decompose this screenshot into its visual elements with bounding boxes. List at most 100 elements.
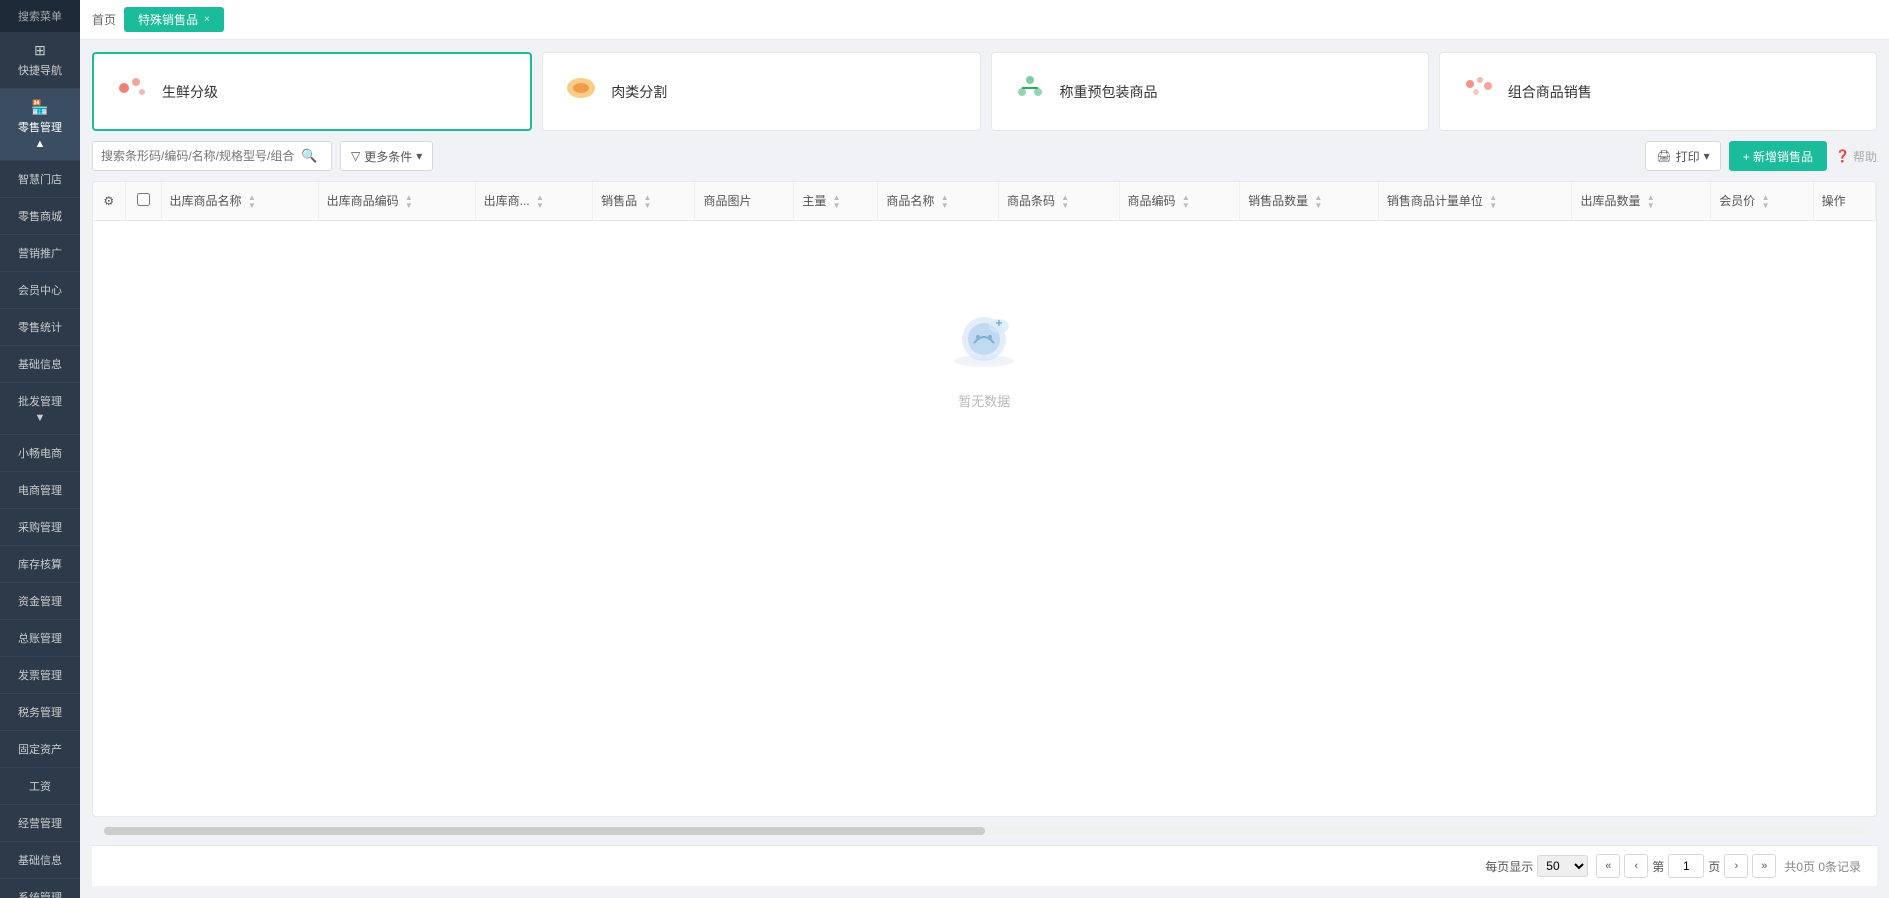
add-product-button[interactable]: + 新增销售品 [1729, 141, 1827, 171]
next-page-button[interactable]: › [1724, 854, 1748, 878]
sidebar-item-quick-nav[interactable]: ⊞ 快捷导航 [0, 32, 80, 89]
chevron-down-icon: ▲ [35, 138, 46, 150]
table-header-row: ⚙ 出库商品名称 ▲▼ 出库商品编码 ▲▼ [93, 182, 1876, 220]
sidebar-item-general-ledger[interactable]: 总账管理 [0, 620, 80, 657]
tab-card-weigh-package-label: 称重预包装商品 [1060, 82, 1158, 102]
page-label: 第 [1652, 858, 1664, 875]
per-page-select[interactable]: 50 10 20 100 [1537, 855, 1588, 877]
sidebar-item-inventory[interactable]: 库存核算 [0, 546, 80, 583]
empty-text: 暂无数据 [958, 391, 1010, 410]
sidebar-item-ops-mgmt[interactable]: 经营管理 [0, 805, 80, 842]
per-page-label: 每页显示 [1485, 858, 1533, 875]
toolbar-left: 🔍 ▽ 更多条件 ▾ [92, 141, 433, 171]
tab-card-meat-cut[interactable]: 肉类分割 [542, 52, 980, 131]
sidebar-item-ecom-mgmt[interactable]: 电商管理 [0, 472, 80, 509]
data-table-container: ⚙ 出库商品名称 ▲▼ 出库商品编码 ▲▼ [92, 181, 1877, 817]
tab-card-weigh-package[interactable]: 称重预包装商品 [991, 52, 1429, 131]
close-tab-icon[interactable]: × [204, 14, 210, 25]
col-member-price[interactable]: 会员价 ▲▼ [1711, 182, 1813, 220]
col-sale-qty[interactable]: 销售品数量 ▲▼ [1240, 182, 1379, 220]
search-input[interactable] [101, 149, 301, 163]
col-sale-unit[interactable]: 销售商品计量单位 ▲▼ [1378, 182, 1572, 220]
sidebar-item-finance[interactable]: 资金管理 [0, 583, 80, 620]
tab-card-combo-product[interactable]: 组合商品销售 [1439, 52, 1877, 131]
help-button[interactable]: ❓ 帮助 [1835, 148, 1877, 165]
active-tab-label: 特殊销售品 [138, 11, 198, 28]
filter-icon: ▽ [351, 149, 360, 163]
col-item-code[interactable]: 商品编码 ▲▼ [1119, 182, 1240, 220]
sidebar-item-label: 税务管理 [18, 704, 62, 720]
sort-arrows-icon: ▲▼ [536, 194, 544, 210]
col-item-name[interactable]: 商品名称 ▲▼ [878, 182, 999, 220]
sort-arrows-icon: ▲▼ [1647, 194, 1655, 210]
sidebar-item-purchase-mgmt[interactable]: 采购管理 [0, 509, 80, 546]
print-label: 打印 [1676, 148, 1700, 165]
col-settings[interactable]: ⚙ [93, 182, 125, 220]
col-main-unit[interactable]: 主量 ▲▼ [794, 182, 878, 220]
col-item-barcode[interactable]: 商品条码 ▲▼ [998, 182, 1119, 220]
last-page-button[interactable]: » [1752, 854, 1776, 878]
search-box[interactable]: 🔍 [92, 141, 332, 171]
sidebar-item-label: 零售统计 [18, 319, 62, 335]
sidebar-item-basic-info2[interactable]: 基础信息 [0, 842, 80, 879]
tab-cards-row: 生鲜分级 肉类分割 [92, 52, 1877, 131]
weigh-package-icon [1012, 70, 1048, 113]
first-page-button[interactable]: « [1596, 854, 1620, 878]
sort-arrows-icon: ▲▼ [405, 194, 413, 210]
data-table: ⚙ 出库商品名称 ▲▼ 出库商品编码 ▲▼ [93, 182, 1876, 490]
sidebar-item-smart-store[interactable]: 智慧门店 [0, 161, 80, 198]
col-op: 操作 [1813, 182, 1875, 220]
sidebar-item-mini-ecom[interactable]: 小畅电商 [0, 435, 80, 472]
horizontal-scrollbar[interactable] [104, 827, 1865, 835]
sidebar-item-label: 营销推广 [18, 245, 62, 261]
sidebar-item-sys-mgmt[interactable]: 系统管理 [0, 879, 80, 898]
col-item-image-label: 商品图片 [703, 194, 751, 208]
active-tab[interactable]: 特殊销售品 × [124, 7, 224, 32]
col-checkbox[interactable] [125, 182, 161, 220]
main-content: 首页 特殊销售品 × 生鲜分级 [80, 0, 1889, 898]
col-out-code[interactable]: 出库商品编码 ▲▼ [318, 182, 475, 220]
sidebar-item-wholesale-mgmt[interactable]: 批发管理 ▼ [0, 383, 80, 435]
sort-arrows-icon: ▲▼ [1061, 194, 1069, 210]
filter-button[interactable]: ▽ 更多条件 ▾ [340, 141, 433, 171]
col-sale-item-label: 销售品 [601, 194, 637, 208]
sidebar-item-member-center[interactable]: 会员中心 [0, 272, 80, 309]
scrollbar-thumb[interactable] [104, 827, 985, 835]
prev-page-button[interactable]: ‹ [1624, 854, 1648, 878]
tab-card-fresh-grade[interactable]: 生鲜分级 [92, 52, 532, 131]
select-all-checkbox[interactable] [137, 193, 150, 206]
print-arrow-icon: ▾ [1704, 149, 1710, 163]
sidebar-item-label: 系统管理 [18, 889, 62, 898]
page-number-input[interactable] [1668, 854, 1704, 878]
sidebar-item-retail-stats[interactable]: 零售统计 [0, 309, 80, 346]
sidebar-item-label: 小畅电商 [18, 445, 62, 461]
col-out-spec[interactable]: 出库商... ▲▼ [475, 182, 593, 220]
page-nav: « ‹ 第 页 › » [1596, 854, 1776, 878]
sort-arrows-icon: ▲▼ [941, 194, 949, 210]
print-button[interactable]: 🖨 打印 ▾ [1645, 141, 1720, 171]
sidebar-logo[interactable]: 搜索菜单 [0, 0, 80, 32]
sidebar-item-retail-mall[interactable]: 零售商城 [0, 198, 80, 235]
content-area: 生鲜分级 肉类分割 [80, 40, 1889, 898]
pagination-info: 共0页 0条记录 [1784, 858, 1861, 875]
search-icon: 🔍 [301, 148, 317, 164]
sidebar-item-fixed-assets[interactable]: 固定资产 [0, 731, 80, 768]
sidebar-item-hr[interactable]: 工资 [0, 768, 80, 805]
col-item-image[interactable]: 商品图片 [695, 182, 794, 220]
sort-arrows-icon: ▲▼ [1182, 194, 1190, 210]
sidebar-item-invoice[interactable]: 发票管理 [0, 657, 80, 694]
sidebar-item-tax[interactable]: 税务管理 [0, 694, 80, 731]
sidebar-item-retail-mgmt[interactable]: 🏪 零售管理 ▲ [0, 89, 80, 161]
col-sale-item[interactable]: 销售品 ▲▼ [593, 182, 695, 220]
sidebar-item-label: 工资 [29, 778, 51, 794]
col-op-label: 操作 [1822, 194, 1846, 208]
sidebar-item-label: 会员中心 [18, 282, 62, 298]
col-out-qty[interactable]: 出库品数量 ▲▼ [1572, 182, 1711, 220]
sidebar-item-sales-promo[interactable]: 营销推广 [0, 235, 80, 272]
home-breadcrumb[interactable]: 首页 [92, 11, 116, 28]
combo-product-icon [1460, 70, 1496, 113]
toolbar: 🔍 ▽ 更多条件 ▾ 🖨 打印 ▾ + 新增销售品 ❓ [92, 141, 1877, 171]
sidebar-item-basic-info[interactable]: 基础信息 [0, 346, 80, 383]
col-member-price-label: 会员价 [1719, 194, 1755, 208]
col-out-name[interactable]: 出库商品名称 ▲▼ [161, 182, 318, 220]
